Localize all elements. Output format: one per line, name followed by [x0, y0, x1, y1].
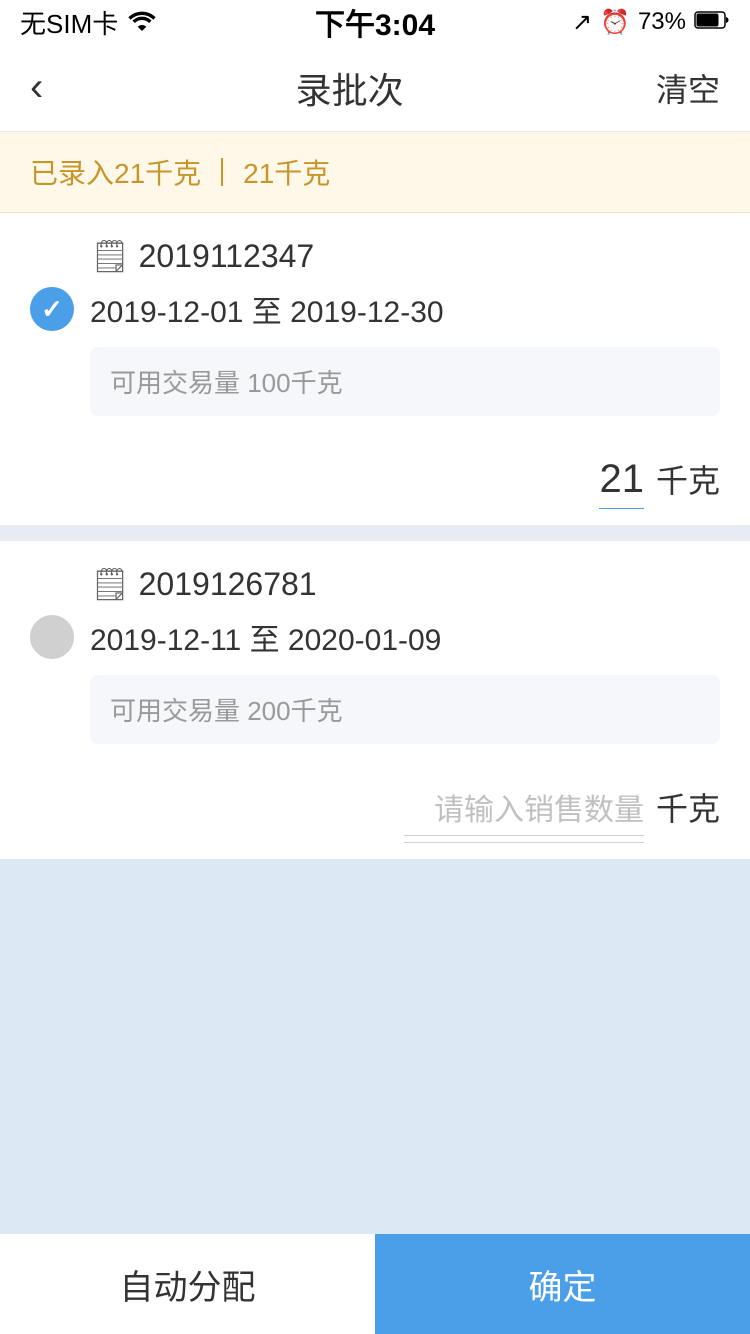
radio-checked-1[interactable]: ✓: [30, 287, 74, 331]
input-row-2: 请输入销售数量 千克: [0, 764, 750, 859]
clear-button[interactable]: 清空: [656, 65, 720, 111]
available-row-1: 可用交易量 100千克: [90, 347, 720, 416]
available-text-2: 可用交易量 200千克: [110, 696, 343, 726]
alarm-icon: ⏰: [600, 8, 630, 37]
bottom-area: [0, 859, 750, 1259]
available-row-2: 可用交易量 200千克: [90, 675, 720, 744]
batch-id-row-2: 🗒 2019126781: [30, 565, 720, 603]
status-right: ↗ ⏰ 73%: [572, 8, 730, 37]
input-placeholder-2[interactable]: 请输入销售数量: [404, 785, 644, 836]
doc-icon-2: 🗒: [90, 565, 131, 603]
location-icon: ↗: [572, 8, 592, 37]
battery-icon: [694, 8, 730, 36]
battery-text: 73%: [638, 8, 686, 36]
batch-date-row-2: 2019-12-11 至 2020-01-09: [30, 615, 720, 659]
wifi-icon: [126, 7, 158, 38]
batch-id-row-1: 🗒 2019112347: [30, 237, 720, 275]
nav-bar: ‹ 录批次 清空: [0, 44, 750, 132]
batch-id-2: 2019126781: [139, 566, 317, 603]
info-banner: 已录入21千克 21千克: [0, 132, 750, 213]
batch-item-1[interactable]: 🗒 2019112347 ✓ 2019-12-01 至 2019-12-30 可…: [0, 213, 750, 436]
batch-item-2[interactable]: 🗒 2019126781 2019-12-11 至 2020-01-09 可用交…: [0, 541, 750, 764]
quantity-value-1[interactable]: 21: [599, 457, 644, 502]
banner-divider: [221, 158, 223, 186]
doc-icon-1: 🗒: [90, 237, 131, 275]
back-button[interactable]: ‹: [30, 65, 43, 110]
available-text-1: 可用交易量 100千克: [110, 368, 343, 398]
carrier-text: 无SIM卡: [20, 4, 118, 41]
recorded-value: 21千克: [243, 152, 330, 192]
quantity-wrapper-1: 21: [599, 457, 644, 509]
status-left: 无SIM卡: [20, 4, 158, 41]
radio-unchecked-2[interactable]: [30, 615, 74, 659]
input-unit-2: 千克: [656, 784, 720, 830]
page-title: 录批次: [296, 62, 404, 114]
batch-card-1: 🗒 2019112347 ✓ 2019-12-01 至 2019-12-30 可…: [0, 213, 750, 525]
quantity-unit-1: 千克: [656, 456, 720, 502]
status-bar: 无SIM卡 下午3:04 ↗ ⏰ 73%: [0, 0, 750, 44]
status-time: 下午3:04: [315, 0, 435, 44]
quantity-wrapper-2: 请输入销售数量: [404, 785, 644, 843]
auto-distribute-button[interactable]: 自动分配: [0, 1234, 375, 1334]
recorded-label: 已录入21千克: [30, 152, 201, 192]
quantity-row-1: 21 千克: [0, 436, 750, 525]
confirm-button[interactable]: 确定: [375, 1234, 750, 1334]
batch-date-row-1: ✓ 2019-12-01 至 2019-12-30: [30, 287, 720, 331]
batch-date-1: 2019-12-01 至 2019-12-30: [90, 287, 444, 331]
batch-id-1: 2019112347: [139, 238, 315, 275]
checkmark-1: ✓: [41, 294, 63, 325]
section-divider: [0, 525, 750, 541]
bottom-buttons: 自动分配 确定: [0, 1234, 750, 1334]
batch-card-2: 🗒 2019126781 2019-12-11 至 2020-01-09 可用交…: [0, 541, 750, 859]
batch-date-2: 2019-12-11 至 2020-01-09: [90, 615, 441, 659]
